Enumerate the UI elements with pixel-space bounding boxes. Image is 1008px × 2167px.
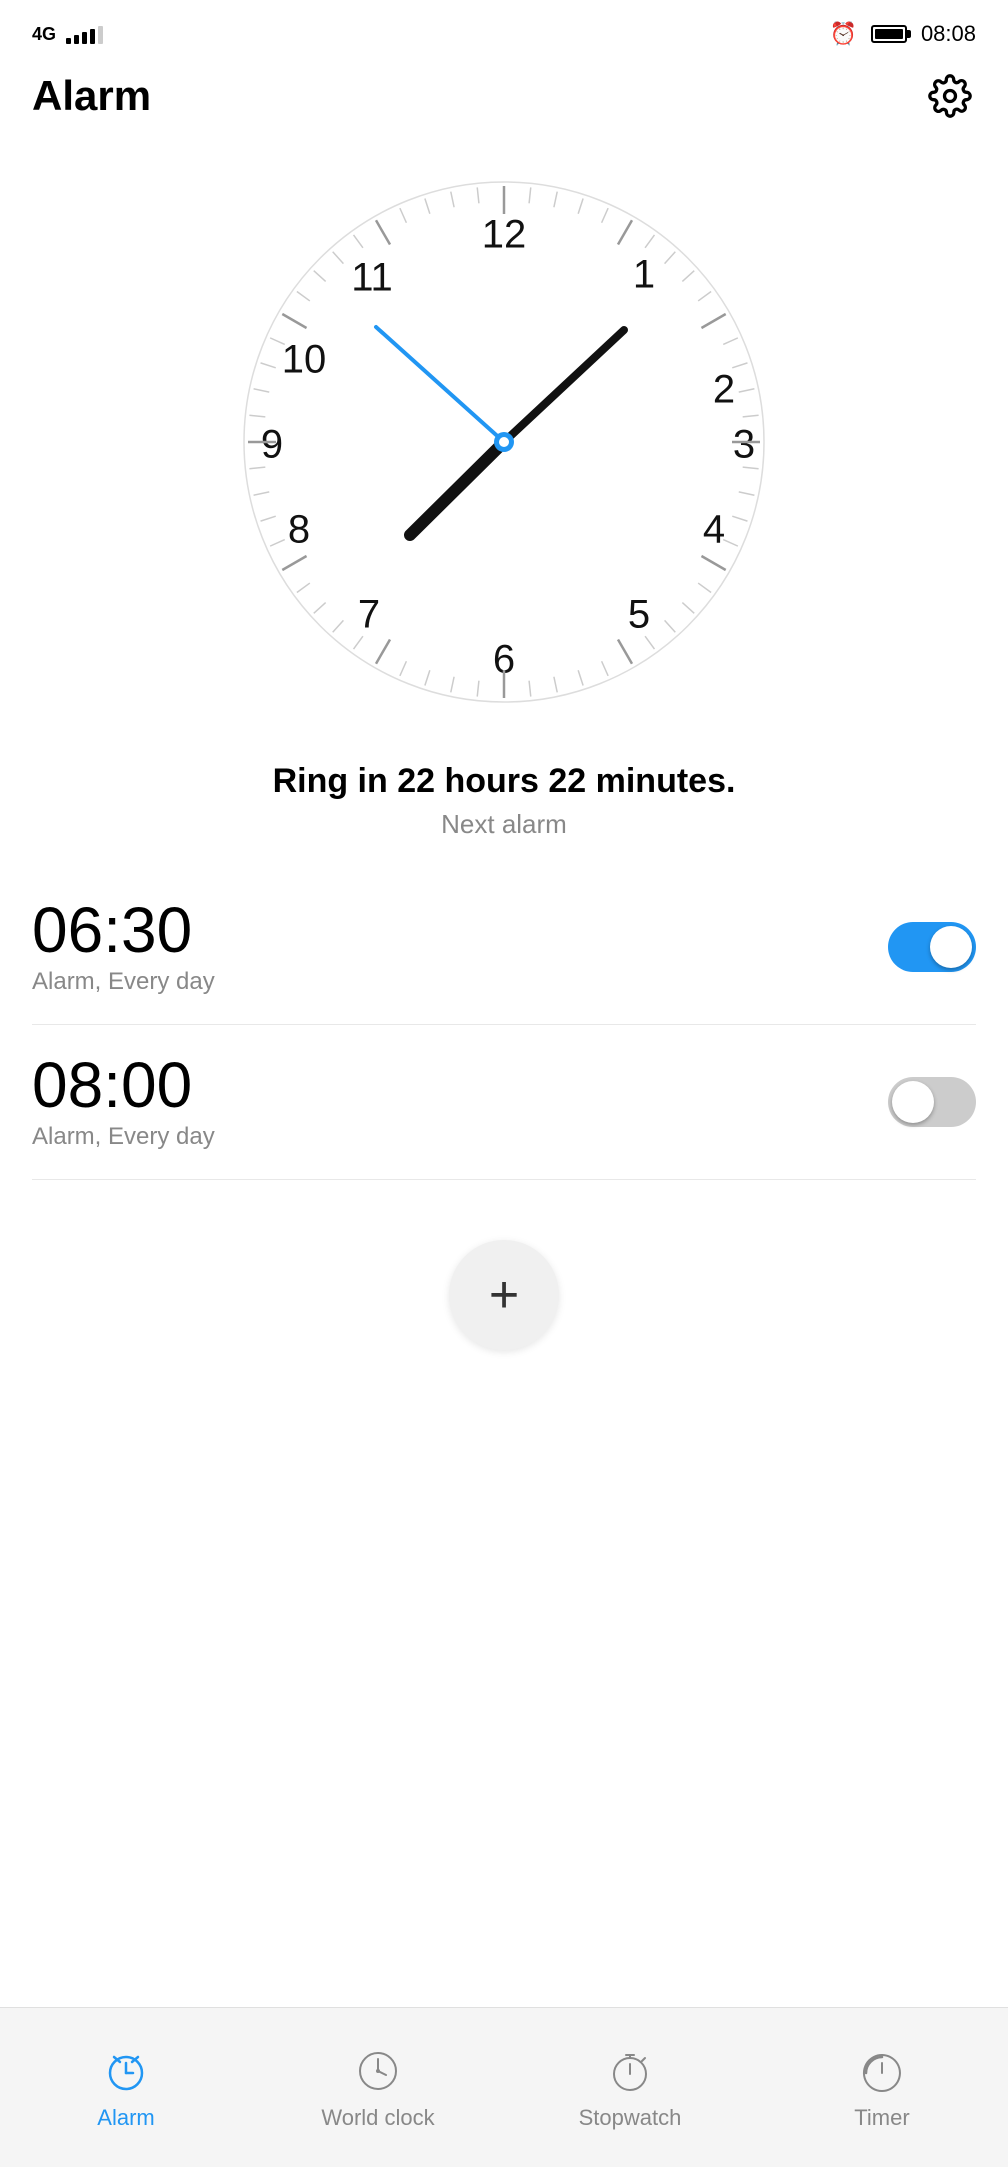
alarm-time-info: 08:00 Alarm, Every day (32, 1053, 215, 1151)
ring-info: Ring in 22 hours 22 minutes. Next alarm (0, 752, 1008, 870)
status-time: 08:08 (921, 21, 976, 47)
clock-container: // We'll draw ticks inline via SVG lines… (0, 142, 1008, 752)
alarm-status-icon: ⏰ (830, 21, 857, 47)
battery-icon (871, 25, 907, 43)
alarm-time-info: 06:30 Alarm, Every day (32, 898, 215, 996)
svg-text:11: 11 (351, 256, 393, 300)
alarm-toggle-2[interactable] (888, 1077, 976, 1127)
svg-text:5: 5 (628, 593, 650, 637)
signal-bar-5 (98, 26, 103, 44)
alarm-label-2: Alarm, Every day (32, 1123, 215, 1151)
clock-svg: // We'll draw ticks inline via SVG lines… (224, 162, 784, 722)
network-type: 4G (32, 24, 56, 45)
svg-text:3: 3 (733, 423, 755, 467)
signal-bar-1 (66, 38, 71, 44)
alarm-time-2: 08:00 (32, 1053, 215, 1117)
status-right: ⏰ 08:08 (830, 21, 976, 47)
settings-button[interactable] (924, 70, 976, 122)
svg-text:2: 2 (713, 368, 735, 412)
alarm-label-1: Alarm, Every day (32, 968, 215, 996)
nav-label-alarm: Alarm (97, 2105, 154, 2131)
svg-text:10: 10 (282, 338, 327, 382)
svg-text:12: 12 (482, 213, 527, 257)
status-left: 4G (32, 24, 103, 45)
ring-countdown-text: Ring in 22 hours 22 minutes. (32, 762, 976, 801)
gear-icon (928, 74, 972, 118)
toggle-thumb-2 (892, 1081, 934, 1123)
toggle-thumb-1 (930, 926, 972, 968)
alarm-list: 06:30 Alarm, Every day 08:00 Alarm, Ever… (0, 870, 1008, 1180)
nav-item-timer[interactable]: Timer (756, 2029, 1008, 2147)
status-bar: 4G ⏰ 08:08 (0, 0, 1008, 60)
signal-bar-3 (82, 32, 87, 44)
signal-bars (66, 24, 103, 44)
app-header: Alarm (0, 60, 1008, 142)
nav-label-world-clock: World clock (321, 2105, 434, 2131)
alarm-toggle-1[interactable] (888, 922, 976, 972)
nav-item-world-clock[interactable]: World clock (252, 2029, 504, 2147)
nav-item-stopwatch[interactable]: Stopwatch (504, 2029, 756, 2147)
nav-label-stopwatch: Stopwatch (579, 2105, 682, 2131)
nav-item-alarm[interactable]: Alarm (0, 2029, 252, 2147)
stopwatch-nav-icon (604, 2045, 656, 2097)
bottom-navigation: Alarm World clock Stopwatch Timer (0, 2007, 1008, 2167)
add-icon: + (489, 1265, 519, 1325)
svg-text:7: 7 (358, 593, 380, 637)
signal-bar-2 (74, 35, 79, 44)
page-title: Alarm (32, 72, 151, 120)
timer-nav-icon (856, 2045, 908, 2097)
add-button-container: + (0, 1180, 1008, 1380)
clock-face: // We'll draw ticks inline via SVG lines… (224, 162, 784, 722)
world-clock-nav-icon (352, 2045, 404, 2097)
nav-label-timer: Timer (854, 2105, 909, 2131)
alarm-time-1: 06:30 (32, 898, 215, 962)
svg-text:4: 4 (703, 508, 725, 552)
signal-bar-4 (90, 29, 95, 44)
alarm-item[interactable]: 08:00 Alarm, Every day (32, 1025, 976, 1180)
svg-text:1: 1 (633, 253, 655, 297)
alarm-item[interactable]: 06:30 Alarm, Every day (32, 870, 976, 1025)
svg-text:8: 8 (288, 508, 310, 552)
next-alarm-label: Next alarm (32, 809, 976, 840)
add-alarm-button[interactable]: + (449, 1240, 559, 1350)
alarm-nav-icon (100, 2045, 152, 2097)
svg-text:9: 9 (261, 423, 283, 467)
